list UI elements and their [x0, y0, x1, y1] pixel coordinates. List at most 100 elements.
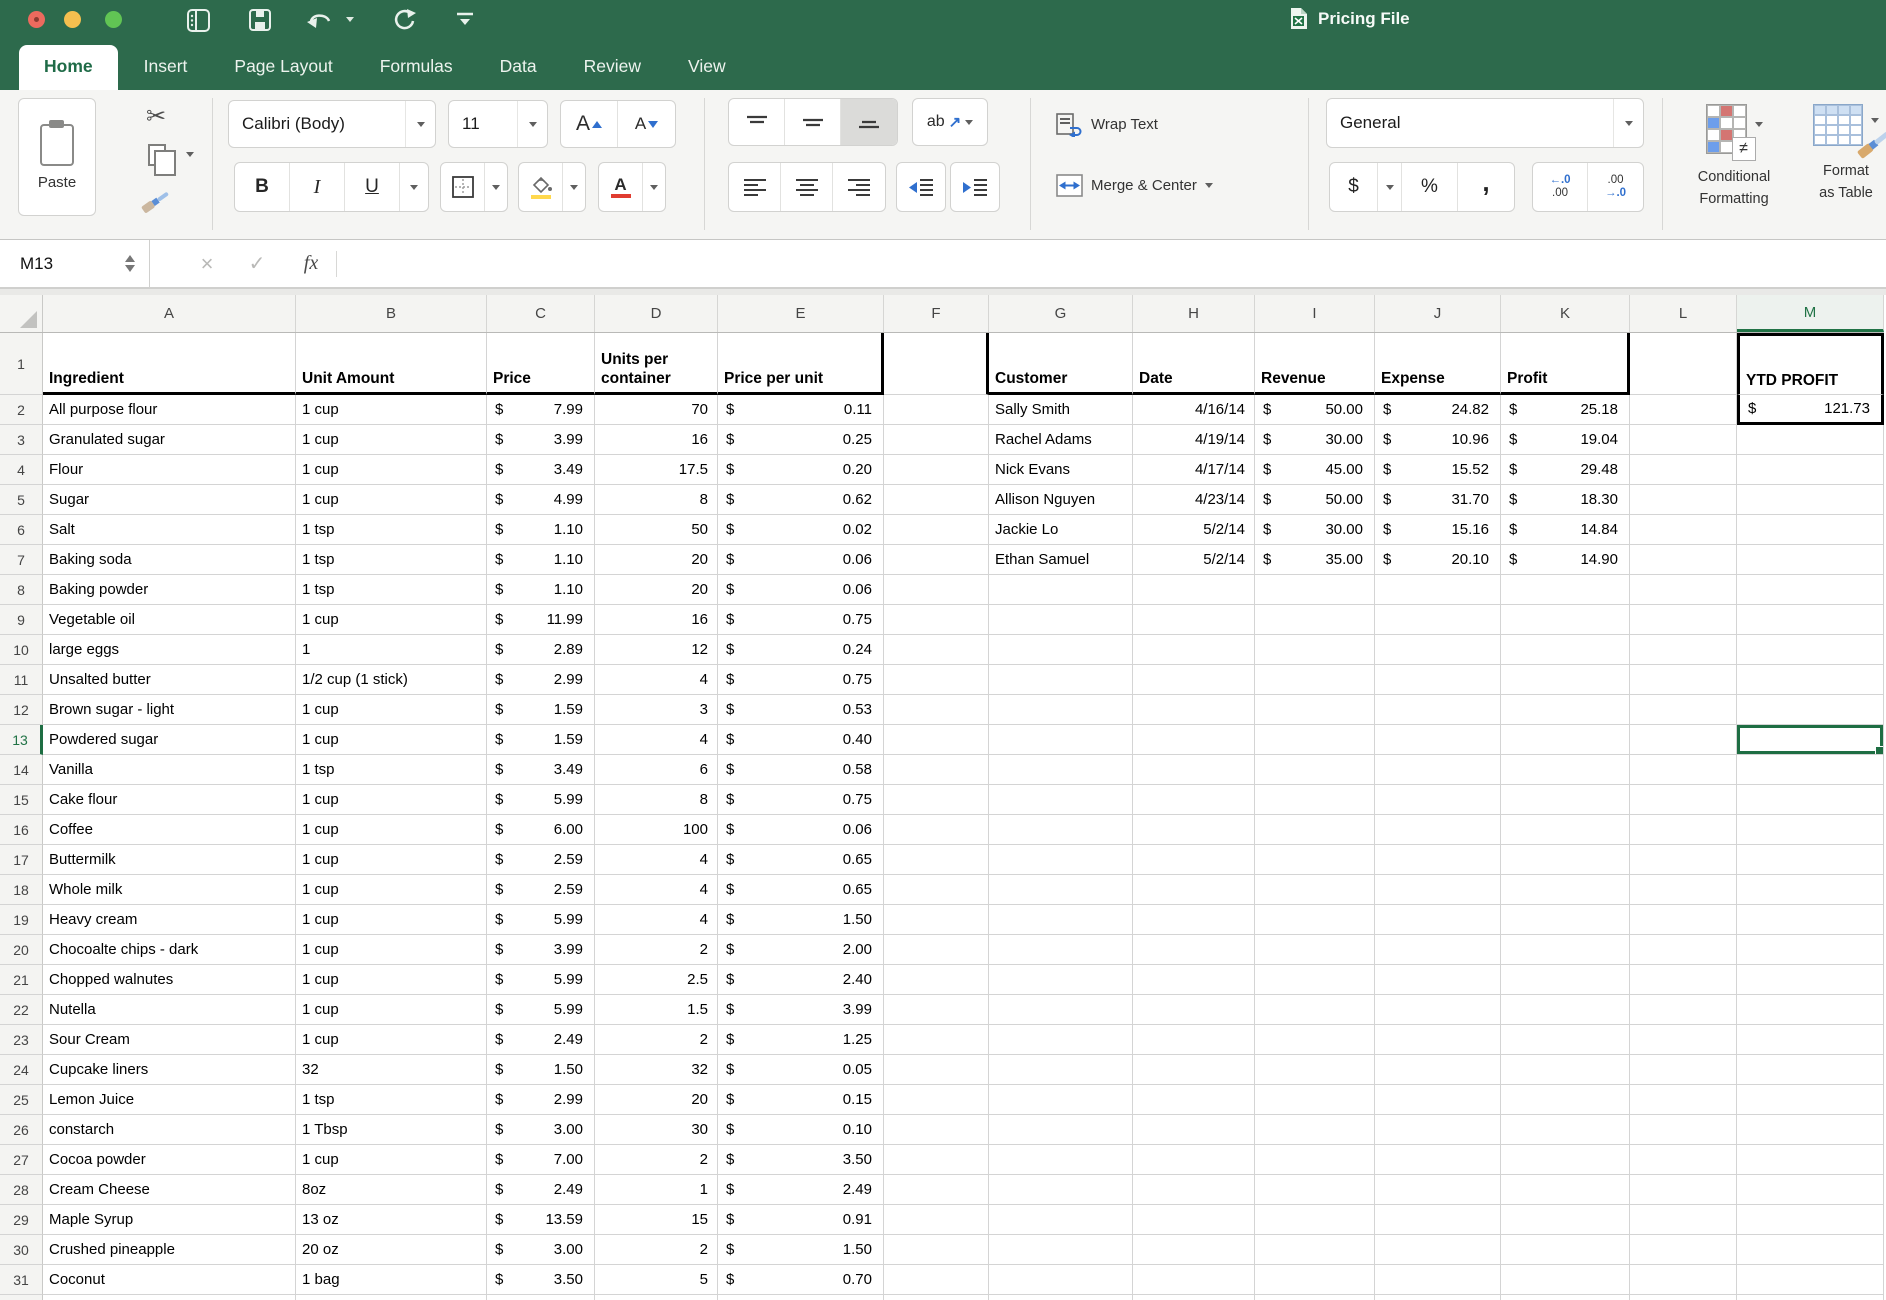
cell-H17[interactable]	[1133, 845, 1255, 875]
cell-A11[interactable]: Unsalted butter	[43, 665, 296, 695]
cell-F26[interactable]	[884, 1115, 989, 1145]
cell-G1[interactable]: Customer	[989, 333, 1133, 395]
redo-icon[interactable]	[392, 8, 416, 32]
cell-G30[interactable]	[989, 1235, 1133, 1265]
cell-J12[interactable]	[1375, 695, 1501, 725]
cell-H25[interactable]	[1133, 1085, 1255, 1115]
cell-L8[interactable]	[1630, 575, 1737, 605]
row-header-30[interactable]: 30	[0, 1235, 43, 1265]
cell-J32[interactable]	[1375, 1295, 1501, 1300]
cell-D29[interactable]: 15	[595, 1205, 718, 1235]
cell-C15[interactable]: $5.99	[487, 785, 595, 815]
name-box-stepper[interactable]	[125, 255, 135, 272]
cell-C30[interactable]: $3.00	[487, 1235, 595, 1265]
cell-J23[interactable]	[1375, 1025, 1501, 1055]
row-header-13[interactable]: 13	[0, 725, 43, 755]
row-header-17[interactable]: 17	[0, 845, 43, 875]
cell-F8[interactable]	[884, 575, 989, 605]
cell-G11[interactable]	[989, 665, 1133, 695]
column-header-B[interactable]: B	[296, 295, 487, 332]
cell-C1[interactable]: Price	[487, 333, 595, 395]
cell-A7[interactable]: Baking soda	[43, 545, 296, 575]
cell-I13[interactable]	[1255, 725, 1375, 755]
number-format-select[interactable]: General	[1326, 98, 1644, 148]
cell-L5[interactable]	[1630, 485, 1737, 515]
row-header-11[interactable]: 11	[0, 665, 43, 695]
cell-K4[interactable]: $29.48	[1501, 455, 1630, 485]
cell-D12[interactable]: 3	[595, 695, 718, 725]
cell-K19[interactable]	[1501, 905, 1630, 935]
cell-C27[interactable]: $7.00	[487, 1145, 595, 1175]
cancel-button[interactable]: ×	[192, 240, 222, 287]
row-header-10[interactable]: 10	[0, 635, 43, 665]
cell-J2[interactable]: $24.82	[1375, 395, 1501, 425]
cell-I27[interactable]	[1255, 1145, 1375, 1175]
cell-E29[interactable]: $0.91	[718, 1205, 884, 1235]
cell-C20[interactable]: $3.99	[487, 935, 595, 965]
cell-H2[interactable]: 4/16/14	[1133, 395, 1255, 425]
cell-C23[interactable]: $2.49	[487, 1025, 595, 1055]
fill-color-button[interactable]	[519, 163, 563, 211]
row-header-31[interactable]: 31	[0, 1265, 43, 1295]
cell-K13[interactable]	[1501, 725, 1630, 755]
row-header-4[interactable]: 4	[0, 455, 43, 485]
cell-J19[interactable]	[1375, 905, 1501, 935]
font-name-select[interactable]: Calibri (Body)	[228, 100, 436, 148]
cell-D4[interactable]: 17.5	[595, 455, 718, 485]
cell-B20[interactable]: 1 cup	[296, 935, 487, 965]
row-header-3[interactable]: 3	[0, 425, 43, 455]
cell-G14[interactable]	[989, 755, 1133, 785]
cell-H14[interactable]	[1133, 755, 1255, 785]
cell-A21[interactable]: Chopped walnutes	[43, 965, 296, 995]
cell-L26[interactable]	[1630, 1115, 1737, 1145]
cell-I11[interactable]	[1255, 665, 1375, 695]
cell-M8[interactable]	[1737, 575, 1884, 605]
cell-H24[interactable]	[1133, 1055, 1255, 1085]
cell-M3[interactable]	[1737, 425, 1884, 455]
cell-C29[interactable]: $13.59	[487, 1205, 595, 1235]
cell-B9[interactable]: 1 cup	[296, 605, 487, 635]
cell-M20[interactable]	[1737, 935, 1884, 965]
cell-E5[interactable]: $0.62	[718, 485, 884, 515]
cell-C31[interactable]: $3.50	[487, 1265, 595, 1295]
row-header-19[interactable]: 19	[0, 905, 43, 935]
cell-B29[interactable]: 13 oz	[296, 1205, 487, 1235]
cell-E23[interactable]: $1.25	[718, 1025, 884, 1055]
currency-format-caret[interactable]	[1378, 163, 1402, 211]
cell-I4[interactable]: $45.00	[1255, 455, 1375, 485]
toolbar-pages-icon[interactable]	[186, 8, 211, 33]
cell-A22[interactable]: Nutella	[43, 995, 296, 1025]
cell-E27[interactable]: $3.50	[718, 1145, 884, 1175]
cell-D18[interactable]: 4	[595, 875, 718, 905]
comma-format-button[interactable]: ,	[1458, 163, 1514, 211]
cell-I18[interactable]	[1255, 875, 1375, 905]
cell-I23[interactable]	[1255, 1025, 1375, 1055]
cell-L12[interactable]	[1630, 695, 1737, 725]
font-size-select[interactable]: 11	[448, 100, 548, 148]
cell-J3[interactable]: $10.96	[1375, 425, 1501, 455]
cell-H7[interactable]: 5/2/14	[1133, 545, 1255, 575]
cell-L6[interactable]	[1630, 515, 1737, 545]
cell-H12[interactable]	[1133, 695, 1255, 725]
cell-L23[interactable]	[1630, 1025, 1737, 1055]
cell-B25[interactable]: 1 tsp	[296, 1085, 487, 1115]
cell-G19[interactable]	[989, 905, 1133, 935]
cell-H31[interactable]	[1133, 1265, 1255, 1295]
row-header-28[interactable]: 28	[0, 1175, 43, 1205]
cell-I28[interactable]	[1255, 1175, 1375, 1205]
cell-J21[interactable]	[1375, 965, 1501, 995]
tab-insert[interactable]: Insert	[144, 45, 188, 90]
cell-A5[interactable]: Sugar	[43, 485, 296, 515]
cell-L30[interactable]	[1630, 1235, 1737, 1265]
cell-M28[interactable]	[1737, 1175, 1884, 1205]
cell-A2[interactable]: All purpose flour	[43, 395, 296, 425]
column-header-M[interactable]: M	[1737, 295, 1884, 332]
cell-G4[interactable]: Nick Evans	[989, 455, 1133, 485]
cell-A6[interactable]: Salt	[43, 515, 296, 545]
cell-D3[interactable]: 16	[595, 425, 718, 455]
cell-K31[interactable]	[1501, 1265, 1630, 1295]
cell-G7[interactable]: Ethan Samuel	[989, 545, 1133, 575]
cell-J24[interactable]	[1375, 1055, 1501, 1085]
cell-G23[interactable]	[989, 1025, 1133, 1055]
cell-K6[interactable]: $14.84	[1501, 515, 1630, 545]
